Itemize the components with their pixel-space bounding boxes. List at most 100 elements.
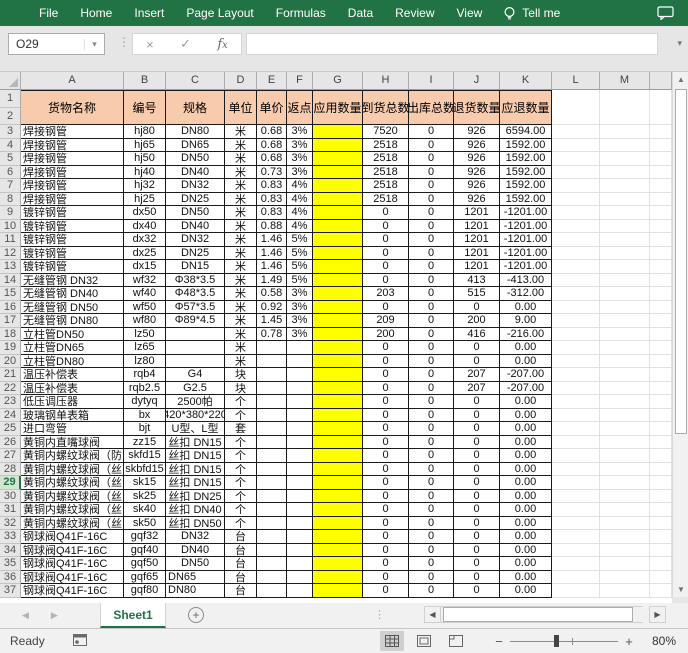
cell-F36[interactable] [287,570,313,584]
cell-J34[interactable]: 0 [454,543,500,557]
column-header-G[interactable]: G [313,72,363,90]
cell-J6[interactable]: 926 [454,165,500,179]
empty-cell[interactable] [600,435,650,449]
cell-J25[interactable]: 0 [454,422,500,436]
empty-cell[interactable] [552,354,600,368]
empty-cell[interactable] [650,206,672,220]
scroll-down-icon[interactable]: ▼ [673,582,688,597]
empty-cell[interactable] [650,543,672,557]
cell-C12[interactable]: DN25 [166,246,225,260]
cell-D24[interactable]: 个 [225,408,257,422]
cell-D28[interactable]: 个 [225,462,257,476]
empty-cell[interactable] [650,246,672,260]
empty-cell[interactable] [600,408,650,422]
page-layout-view-icon[interactable] [412,631,436,651]
cell-J33[interactable]: 0 [454,530,500,544]
horizontal-scrollbar[interactable]: ◀ ▶ [424,606,666,623]
cell-F12[interactable]: 5% [287,246,313,260]
cell-B11[interactable]: dx32 [124,233,166,247]
empty-cell[interactable] [650,260,672,274]
empty-cell[interactable] [552,381,600,395]
cell-K16[interactable]: 0.00 [500,300,552,314]
cell-J4[interactable]: 926 [454,138,500,152]
cell-J7[interactable]: 926 [454,179,500,193]
cell-B19[interactable]: lz65 [124,341,166,355]
ribbon-tab-page-layout[interactable]: Page Layout [175,0,264,26]
cell-H32[interactable]: 0 [363,516,409,530]
row-header-9[interactable]: 9 [0,206,21,220]
cell-I25[interactable]: 0 [409,422,454,436]
cell-G14[interactable] [313,273,363,287]
column-header-B[interactable]: B [124,72,166,90]
cell-G22[interactable] [313,381,363,395]
row-header-17[interactable]: 17 [0,314,21,328]
cell-A24[interactable]: 玻璃钢单表箱 [21,408,124,422]
cell-C19[interactable] [166,341,225,355]
empty-cell[interactable] [650,273,672,287]
cell-H16[interactable]: 0 [363,300,409,314]
cell-I17[interactable]: 0 [409,314,454,328]
empty-cell[interactable] [552,287,600,301]
cell-F18[interactable]: 3% [287,327,313,341]
empty-cell[interactable] [600,395,650,409]
cell-E8[interactable]: 0.83 [257,192,287,206]
cell-H26[interactable]: 0 [363,435,409,449]
empty-cell[interactable] [650,192,672,206]
cell-J13[interactable]: 1201 [454,260,500,274]
cell-C7[interactable]: DN32 [166,179,225,193]
cell-C35[interactable]: DN50 [166,557,225,571]
cell-F25[interactable] [287,422,313,436]
cell-H17[interactable]: 209 [363,314,409,328]
empty-cell[interactable] [600,206,650,220]
cell-H19[interactable]: 0 [363,341,409,355]
cell-A35[interactable]: 钢球阀Q41F-16C [21,557,124,571]
cell-G31[interactable] [313,503,363,517]
cell-A11[interactable]: 镀锌钢管 [21,233,124,247]
cell-E19[interactable] [257,341,287,355]
cell-K5[interactable]: 1592.00 [500,152,552,166]
cell-A3[interactable]: 焊接钢管 [21,125,124,139]
cell-F19[interactable] [287,341,313,355]
cell-G18[interactable] [313,327,363,341]
cell-E21[interactable] [257,368,287,382]
cell-E7[interactable]: 0.83 [257,179,287,193]
cell-D23[interactable]: 个 [225,395,257,409]
formula-input[interactable] [246,33,658,55]
cell-J16[interactable]: 0 [454,300,500,314]
empty-cell[interactable] [650,179,672,193]
field-header-I[interactable]: 出库总数 [409,90,454,125]
name-box[interactable]: O29 ▾ [8,33,105,55]
empty-cell[interactable] [552,408,600,422]
cell-G26[interactable] [313,435,363,449]
cell-J15[interactable]: 515 [454,287,500,301]
cell-J12[interactable]: 1201 [454,246,500,260]
cell-A17[interactable]: 无缝管钢 DN80 [21,314,124,328]
cell-C24[interactable]: 420*380*220 [166,408,225,422]
field-header-A[interactable]: 货物名称 [21,90,124,125]
cell-K15[interactable]: -312.00 [500,287,552,301]
empty-cell[interactable] [552,489,600,503]
empty-cell[interactable] [600,138,650,152]
empty-cell[interactable] [600,314,650,328]
cell-D17[interactable]: 米 [225,314,257,328]
empty-cell[interactable] [552,152,600,166]
cell-K30[interactable]: 0.00 [500,489,552,503]
cell-D18[interactable]: 米 [225,327,257,341]
cell-C30[interactable]: 丝扣 DN25 [166,489,225,503]
cell-H5[interactable]: 2518 [363,152,409,166]
cell-H23[interactable]: 0 [363,395,409,409]
zoom-in-icon[interactable]: + [624,634,634,649]
cell-B10[interactable]: dx40 [124,219,166,233]
cell-D6[interactable]: 米 [225,165,257,179]
cell-K20[interactable]: 0.00 [500,354,552,368]
empty-cell[interactable] [600,354,650,368]
empty-cell[interactable] [600,489,650,503]
field-header-K[interactable]: 应退数量 [500,90,552,125]
cell-I15[interactable]: 0 [409,287,454,301]
cell-I21[interactable]: 0 [409,368,454,382]
empty-cell[interactable] [552,273,600,287]
cell-E33[interactable] [257,530,287,544]
empty-cell[interactable] [552,192,600,206]
cell-K3[interactable]: 6594.00 [500,125,552,139]
empty-cell[interactable] [552,516,600,530]
